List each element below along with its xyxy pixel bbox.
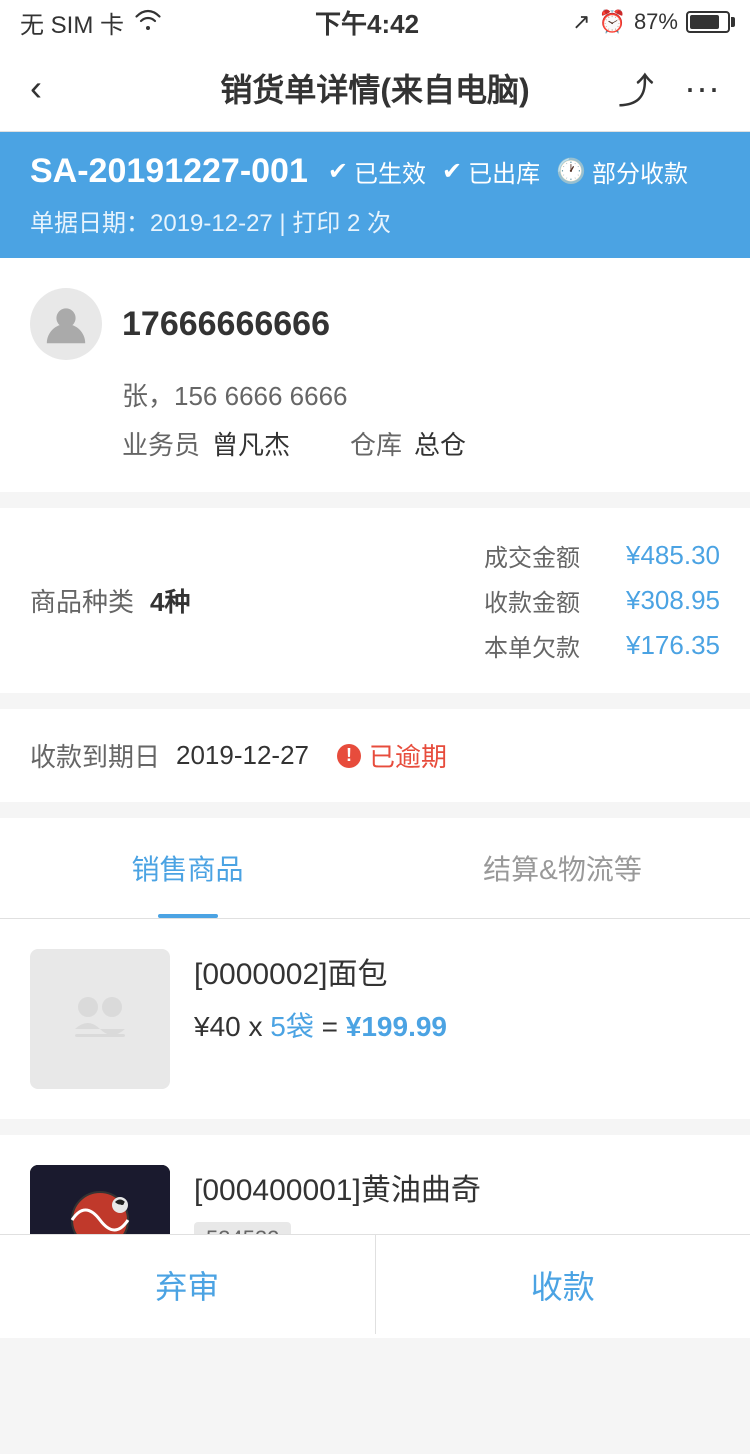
deal-amount-row: 成交金额 ¥485.30 bbox=[484, 538, 720, 573]
status-effective: ✔ 已生效 bbox=[328, 154, 426, 189]
received-value: ¥308.95 bbox=[600, 585, 720, 616]
battery-text: 87% bbox=[634, 9, 678, 35]
nav-actions: ⤴ ··· bbox=[618, 62, 720, 114]
due-label: 收款到期日 bbox=[30, 737, 160, 774]
order-meta: 单据日期：2019-12-27 | 打印 2 次 bbox=[30, 203, 720, 238]
customer-phone: 17666666666 bbox=[122, 305, 330, 344]
warehouse-item: 仓库 总仓 bbox=[350, 425, 466, 462]
owed-label: 本单欠款 bbox=[484, 628, 580, 663]
deal-amount-label: 成交金额 bbox=[484, 538, 580, 573]
received-label: 收款金额 bbox=[484, 583, 580, 618]
share-button[interactable]: ⤴ bbox=[618, 62, 654, 114]
product-price-1: ¥40 x 5袋 = ¥199.99 bbox=[194, 1005, 720, 1045]
bottom-padding bbox=[0, 1354, 750, 1454]
check-icon-1: ✔ bbox=[328, 157, 348, 186]
customer-name: 张，156 6666 6666 bbox=[30, 376, 720, 413]
deal-amount-value: ¥485.30 bbox=[600, 540, 720, 571]
clock-icon: 🕐 bbox=[556, 157, 586, 186]
customer-section: 17666666666 张，156 6666 6666 业务员 曾凡杰 仓库 总… bbox=[0, 258, 750, 492]
reject-button[interactable]: 弃审 bbox=[0, 1235, 376, 1334]
product-type-label: 商品种类 bbox=[30, 582, 134, 619]
back-button[interactable]: ‹ bbox=[30, 67, 42, 109]
order-header: SA-20191227-001 ✔ 已生效 ✔ 已出库 🕐 部分收款 单据日期：… bbox=[0, 132, 750, 258]
owed-row: 本单欠款 ¥176.35 bbox=[484, 628, 720, 663]
nav-bar: ‹ 销货单详情(来自电脑) ⤴ ··· bbox=[0, 44, 750, 132]
status-left: 无 SIM 卡 bbox=[20, 5, 162, 40]
bottom-bar: 弃审 收款 bbox=[0, 1234, 750, 1334]
tabs-section: 销售商品 结算&物流等 bbox=[0, 818, 750, 919]
collect-button[interactable]: 收款 bbox=[376, 1235, 750, 1334]
overdue-text: 已逾期 bbox=[369, 737, 447, 774]
carrier-text: 无 SIM 卡 bbox=[20, 5, 124, 40]
location-icon: ↗ bbox=[572, 9, 590, 35]
battery-icon bbox=[686, 11, 730, 33]
warehouse-label: 仓库 bbox=[350, 425, 402, 462]
wifi-icon bbox=[134, 8, 162, 37]
alarm-icon: ⏰ bbox=[599, 9, 626, 35]
product-qty-1: 5袋 bbox=[270, 1011, 314, 1042]
product-name-1: [0000002]面包 bbox=[194, 949, 720, 993]
received-row: 收款金额 ¥308.95 bbox=[484, 583, 720, 618]
battery-fill bbox=[690, 15, 719, 29]
tab-sales-products[interactable]: 销售商品 bbox=[0, 818, 375, 918]
summary-right: 成交金额 ¥485.30 收款金额 ¥308.95 本单欠款 ¥176.35 bbox=[484, 538, 720, 663]
check-icon-2: ✔ bbox=[442, 157, 462, 186]
due-date: 2019-12-27 bbox=[176, 740, 309, 771]
order-id: SA-20191227-001 bbox=[30, 152, 308, 191]
status-partial: 🕐 部分收款 bbox=[556, 154, 688, 189]
status-badges: ✔ 已生效 ✔ 已出库 🕐 部分收款 bbox=[328, 154, 688, 189]
status-bar: 无 SIM 卡 下午4:42 ↗ ⏰ 87% bbox=[0, 0, 750, 44]
due-section: 收款到期日 2019-12-27 ! 已逾期 bbox=[0, 709, 750, 802]
salesperson-label: 业务员 bbox=[122, 425, 200, 462]
avatar bbox=[30, 288, 102, 360]
summary-left: 商品种类 4种 bbox=[30, 538, 190, 663]
status-time: 下午4:42 bbox=[315, 4, 419, 41]
customer-details: 业务员 曾凡杰 仓库 总仓 bbox=[30, 425, 720, 462]
tab-settlement[interactable]: 结算&物流等 bbox=[375, 818, 750, 918]
overdue-badge: ! 已逾期 bbox=[325, 733, 459, 778]
summary-section: 商品种类 4种 成交金额 ¥485.30 收款金额 ¥308.95 本单欠款 ¥… bbox=[0, 508, 750, 693]
list-item: [0000002]面包 ¥40 x 5袋 = ¥199.99 bbox=[0, 919, 750, 1119]
salesperson-item: 业务员 曾凡杰 bbox=[122, 425, 290, 462]
page-title: 销货单详情(来自电脑) bbox=[220, 65, 529, 111]
product-count: 4种 bbox=[150, 582, 190, 619]
product-image-1 bbox=[30, 949, 170, 1089]
customer-row: 17666666666 bbox=[30, 288, 720, 360]
product-name-2: [000400001]黄油曲奇 bbox=[194, 1165, 720, 1209]
owed-value: ¥176.35 bbox=[600, 630, 720, 661]
status-right: ↗ ⏰ 87% bbox=[572, 9, 730, 35]
warehouse-value: 总仓 bbox=[414, 425, 466, 462]
more-button[interactable]: ··· bbox=[684, 67, 720, 109]
status-shipped: ✔ 已出库 bbox=[442, 154, 540, 189]
product-info-1: [0000002]面包 ¥40 x 5袋 = ¥199.99 bbox=[194, 949, 720, 1045]
overdue-icon: ! bbox=[337, 744, 361, 768]
salesperson-value: 曾凡杰 bbox=[212, 425, 290, 462]
order-header-top: SA-20191227-001 ✔ 已生效 ✔ 已出库 🕐 部分收款 bbox=[30, 152, 720, 191]
product-total-1: ¥199.99 bbox=[346, 1011, 447, 1042]
